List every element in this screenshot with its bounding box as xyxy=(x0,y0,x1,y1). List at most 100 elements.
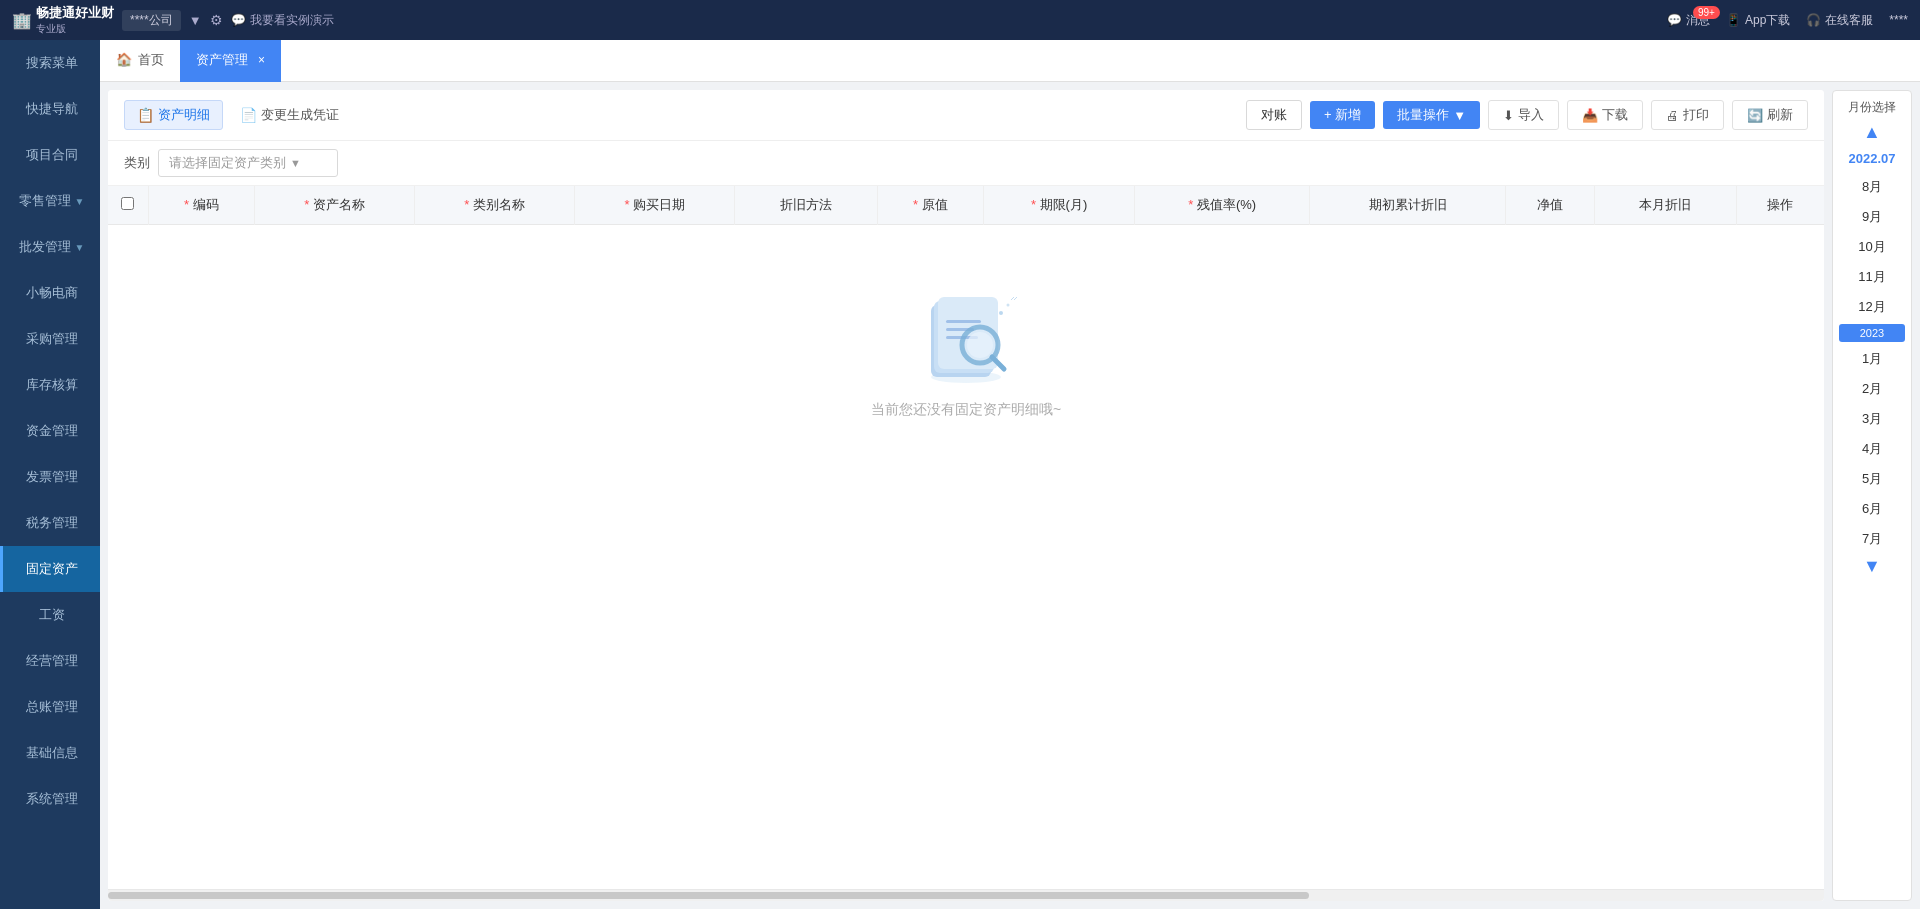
sub-tab-change-voucher[interactable]: 📄 变更生成凭证 xyxy=(227,100,352,130)
company-name[interactable]: ****公司 xyxy=(122,10,181,31)
table-container: 编码 资产名称 类别名称 购买日期 折旧方法 原值 期限(月) 残值率(%) 期… xyxy=(108,186,1824,889)
th-checkbox[interactable] xyxy=(108,186,148,225)
table-header-row: 编码 资产名称 类别名称 购买日期 折旧方法 原值 期限(月) 残值率(%) 期… xyxy=(108,186,1824,225)
print-icon: 🖨 xyxy=(1666,108,1679,123)
import-button[interactable]: ⬇ 导入 xyxy=(1488,100,1559,130)
category-label: 类别 xyxy=(124,154,150,172)
topbar: 🏢 畅捷通好业财 专业版 ****公司 ▼ ⚙ 💬 我要看实例演示 💬 消息 9… xyxy=(0,0,1920,40)
month-item-3[interactable]: 3月 xyxy=(1833,404,1911,434)
horizontal-scrollbar[interactable] xyxy=(108,889,1824,901)
empty-illustration xyxy=(906,285,1026,385)
svg-point-8 xyxy=(967,332,993,358)
sidebar-item-batch-mgmt[interactable]: 批发管理 ▼ xyxy=(0,224,100,270)
content-area: 🏠 首页 资产管理 × 📋 资产明细 xyxy=(100,40,1920,909)
message-button[interactable]: 💬 消息 99+ xyxy=(1667,12,1710,29)
sidebar-item-inventory[interactable]: 库存核算 xyxy=(0,362,100,408)
settings-icon[interactable]: ⚙ xyxy=(210,12,223,28)
month-item-6[interactable]: 6月 xyxy=(1833,494,1911,524)
reconcile-button[interactable]: 对账 xyxy=(1246,100,1302,130)
th-monthly-depreciation: 本月折旧 xyxy=(1594,186,1736,225)
th-accumulated-depreciation: 期初累计折旧 xyxy=(1310,186,1506,225)
sidebar-item-tax-mgmt[interactable]: 税务管理 xyxy=(0,500,100,546)
headset-icon: 🎧 xyxy=(1806,13,1821,27)
th-operations: 操作 xyxy=(1736,186,1824,225)
phone-icon: 📱 xyxy=(1726,13,1741,27)
print-button[interactable]: 🖨 打印 xyxy=(1651,100,1724,130)
svg-point-11 xyxy=(1007,304,1010,307)
sidebar-item-search-menu[interactable]: 搜索菜单 xyxy=(0,40,100,86)
month-picker: 月份选择 ▲ 2022.07 8月 9月 10月 11月 12月 xyxy=(1832,90,1912,901)
tab-home[interactable]: 🏠 首页 xyxy=(100,40,180,82)
th-category-name: 类别名称 xyxy=(415,186,575,225)
month-item-12[interactable]: 12月 xyxy=(1833,292,1911,322)
download-icon: 📥 xyxy=(1582,108,1598,123)
sidebar-item-purchase-mgmt[interactable]: 采购管理 xyxy=(0,316,100,362)
chevron-down-icon: ▼ xyxy=(75,242,85,253)
month-item-8[interactable]: 8月 xyxy=(1833,172,1911,202)
th-asset-name: 资产名称 xyxy=(255,186,415,225)
sidebar-item-project-contract[interactable]: 项目合同 xyxy=(0,132,100,178)
sidebar-item-system-mgmt[interactable]: 系统管理 xyxy=(0,776,100,822)
sidebar-item-invoice-mgmt[interactable]: 发票管理 xyxy=(0,454,100,500)
chevron-down-icon: ▼ xyxy=(75,196,85,207)
demo-icon: 💬 xyxy=(231,13,246,27)
refresh-icon: 🔄 xyxy=(1747,108,1763,123)
logo-icon: 🏢 xyxy=(12,11,32,30)
month-item-1[interactable]: 1月 xyxy=(1833,344,1911,374)
online-service-button[interactable]: 🎧 在线客服 xyxy=(1806,12,1873,29)
refresh-button[interactable]: 🔄 刷新 xyxy=(1732,100,1808,130)
scroll-thumb[interactable] xyxy=(108,892,1309,899)
sub-tabs-left: 📋 资产明细 📄 变更生成凭证 xyxy=(124,100,352,130)
app-download-button[interactable]: 📱 App下载 xyxy=(1726,12,1790,29)
topbar-left: 🏢 畅捷通好业财 专业版 ****公司 ▼ ⚙ 💬 我要看实例演示 xyxy=(12,4,334,36)
month-item-2022-07[interactable]: 2022.07 xyxy=(1833,145,1911,172)
user-info[interactable]: **** xyxy=(1889,13,1908,27)
demo-link[interactable]: 💬 我要看实例演示 xyxy=(231,12,334,29)
sidebar-item-retail-mgmt[interactable]: 零售管理 ▼ xyxy=(0,178,100,224)
sidebar-item-business-mgmt[interactable]: 经营管理 xyxy=(0,638,100,684)
sub-tab-asset-detail[interactable]: 📋 资产明细 xyxy=(124,100,223,130)
add-button[interactable]: + 新增 xyxy=(1310,101,1375,129)
category-placeholder: 请选择固定资产类别 xyxy=(169,154,286,172)
month-item-year-2023[interactable]: 2023 xyxy=(1839,324,1905,342)
sidebar-item-quick-nav[interactable]: 快捷导航 xyxy=(0,86,100,132)
tab-close-icon[interactable]: × xyxy=(258,53,265,67)
th-original-value: 原值 xyxy=(877,186,984,225)
change-voucher-icon: 📄 xyxy=(240,107,257,123)
th-code: 编码 xyxy=(148,186,255,225)
batch-ops-button[interactable]: 批量操作 ▼ xyxy=(1383,101,1480,129)
message-badge: 99+ xyxy=(1693,6,1720,19)
sidebar-item-fixed-assets[interactable]: 固定资产 xyxy=(0,546,100,592)
month-picker-header: 月份选择 xyxy=(1842,91,1902,120)
asset-detail-icon: 📋 xyxy=(137,107,154,123)
main-layout: 搜索菜单 快捷导航 项目合同 零售管理 ▼ 批发管理 ▼ 小畅电商 采购管理 库… xyxy=(0,40,1920,909)
month-item-7[interactable]: 7月 xyxy=(1833,524,1911,554)
month-item-4[interactable]: 4月 xyxy=(1833,434,1911,464)
select-arrow-icon: ▼ xyxy=(290,157,301,169)
sidebar-item-salary[interactable]: 工资 xyxy=(0,592,100,638)
tab-asset-mgmt[interactable]: 资产管理 × xyxy=(180,40,281,82)
toolbar: 对账 + 新增 批量操作 ▼ ⬇ 导入 📥 下载 xyxy=(1246,100,1808,130)
sidebar-item-general-ledger[interactable]: 总账管理 xyxy=(0,684,100,730)
month-item-5[interactable]: 5月 xyxy=(1833,464,1911,494)
sidebar-item-ecommerce[interactable]: 小畅电商 xyxy=(0,270,100,316)
app-name: 畅捷通好业财 xyxy=(36,4,114,22)
page-content: 📋 资产明细 📄 变更生成凭证 对账 + 新增 批量操作 ▼ xyxy=(100,82,1920,909)
app-edition: 专业版 xyxy=(36,22,114,36)
company-dropdown[interactable]: ▼ xyxy=(189,13,202,28)
month-nav-down[interactable]: ▼ xyxy=(1863,554,1881,579)
month-nav-up[interactable]: ▲ xyxy=(1863,120,1881,145)
download-button[interactable]: 📥 下载 xyxy=(1567,100,1643,130)
month-item-2[interactable]: 2月 xyxy=(1833,374,1911,404)
select-all-checkbox[interactable] xyxy=(121,197,134,210)
import-icon: ⬇ xyxy=(1503,108,1514,123)
month-item-11[interactable]: 11月 xyxy=(1833,262,1911,292)
app-logo: 🏢 畅捷通好业财 专业版 xyxy=(12,4,114,36)
category-select[interactable]: 请选择固定资产类别 ▼ xyxy=(158,149,338,177)
sidebar-item-fund-mgmt[interactable]: 资金管理 xyxy=(0,408,100,454)
month-item-10[interactable]: 10月 xyxy=(1833,232,1911,262)
svg-line-13 xyxy=(1014,297,1017,300)
sidebar-item-basic-info[interactable]: 基础信息 xyxy=(0,730,100,776)
th-residual-rate: 残值率(%) xyxy=(1135,186,1310,225)
month-item-9[interactable]: 9月 xyxy=(1833,202,1911,232)
